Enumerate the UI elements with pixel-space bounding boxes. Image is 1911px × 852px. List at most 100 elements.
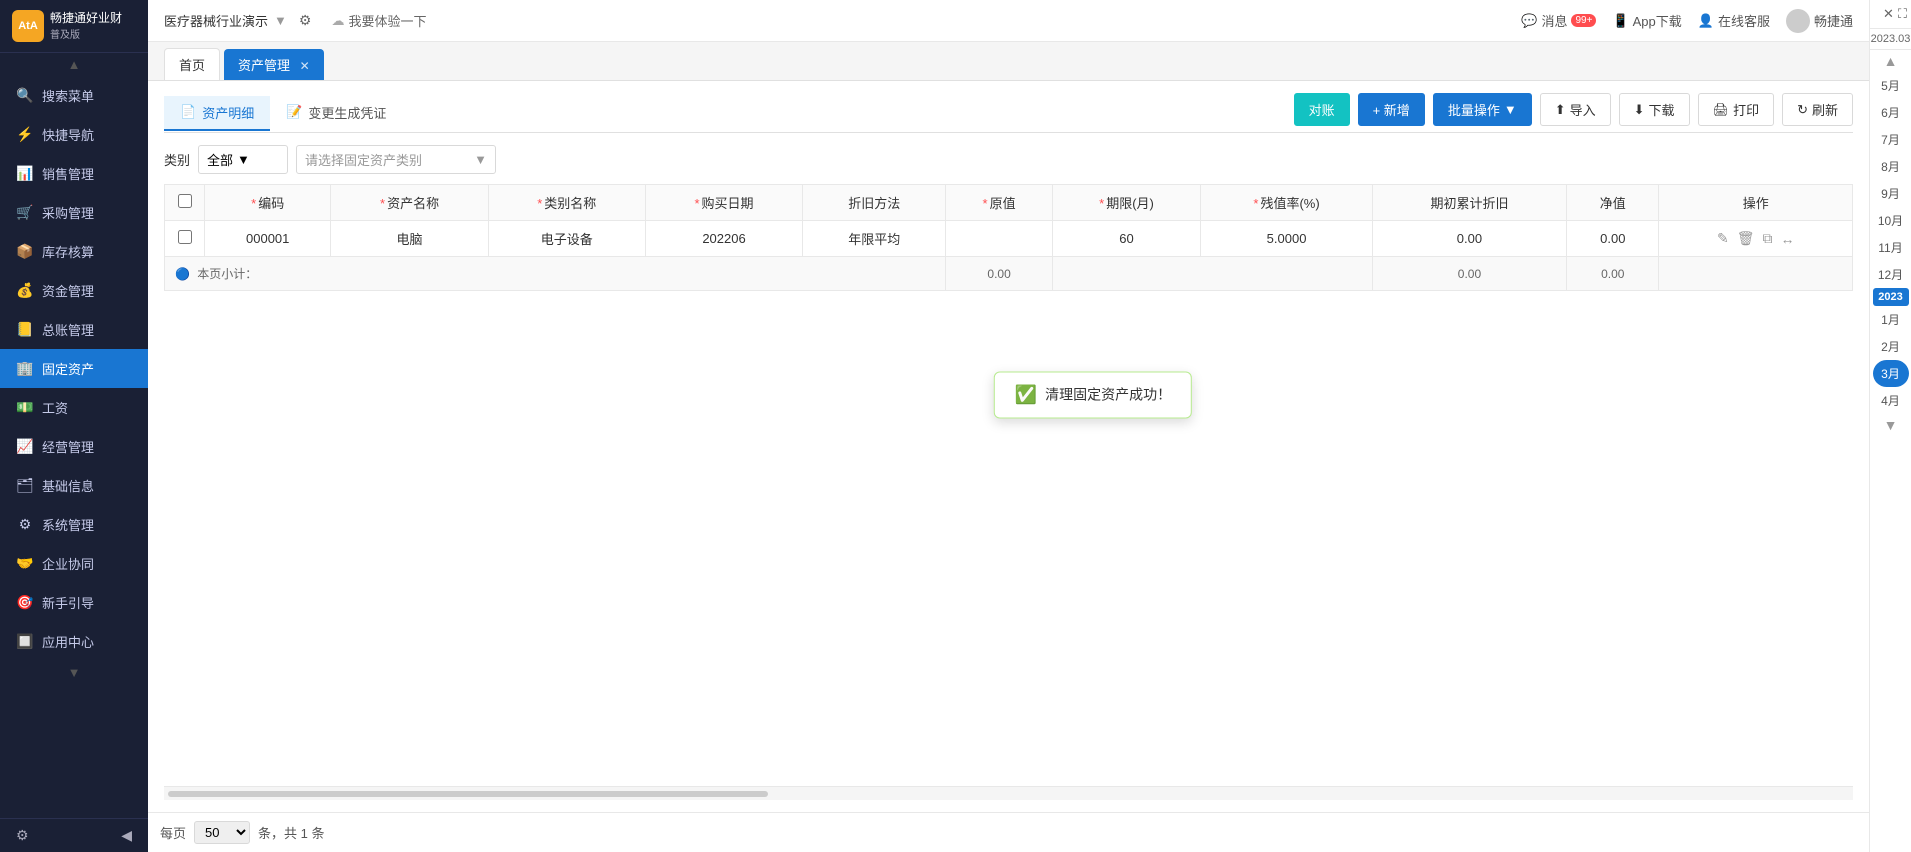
sidebar: AtA 畅捷通好业财 普及版 ▲ 🔍 搜索菜单 ⚡ 快捷导航 📊 销售管理 🛒 … (0, 0, 148, 852)
experience-btn[interactable]: ☁ 我要体验一下 (331, 11, 426, 30)
capital-icon: 💰 (16, 282, 34, 299)
per-page-label: 每页 (160, 823, 186, 842)
download-button[interactable]: ⬇ 下载 (1619, 93, 1690, 126)
new-button[interactable]: + 新增 (1358, 93, 1425, 126)
month-5[interactable]: 5月 (1873, 72, 1909, 99)
messages-badge: 99+ (1571, 14, 1596, 27)
sidebar-item-basic[interactable]: 🗂 基础信息 (0, 466, 148, 505)
month-scroll-down[interactable]: ▼ (1881, 414, 1901, 436)
messages-btn[interactable]: 💬 消息 99+ (1521, 11, 1596, 30)
company-selector[interactable]: 医疗器械行业演示 ▼ (164, 11, 287, 30)
sidebar-item-sales[interactable]: 📊 销售管理 (0, 154, 148, 193)
sub-tab-asset-detail[interactable]: 📄 资产明细 (164, 96, 270, 131)
sidebar-item-search[interactable]: 🔍 搜索菜单 (0, 76, 148, 115)
sidebar-item-corp[interactable]: 🤝 企业协同 (0, 544, 148, 583)
dropdown-icon: ▼ (274, 13, 287, 28)
sidebar-item-system[interactable]: ⚙ 系统管理 (0, 505, 148, 544)
table-row: 000001 电脑 电子设备 202206 年限平均 60 5.0000 0.0… (165, 221, 1853, 257)
right-panel-year: 2023.03 (1870, 29, 1911, 50)
sub-tab-change-voucher[interactable]: 📝 变更生成凭证 (270, 96, 402, 131)
per-page-select[interactable]: 50 100 (194, 821, 250, 844)
logo-icon: AtA (12, 10, 44, 42)
month-12[interactable]: 12月 (1873, 261, 1909, 288)
category-type-select[interactable]: 全部 ▼ (198, 145, 288, 174)
row-original-value (946, 221, 1052, 257)
month-3-current[interactable]: 3月 (1873, 360, 1909, 387)
payroll-icon: 💵 (16, 399, 34, 416)
col-initial-dep: 期初累计折旧 (1372, 185, 1566, 221)
horizontal-scrollbar[interactable] (168, 791, 768, 797)
app-download-btn[interactable]: 📱 App下载 (1612, 11, 1681, 30)
quicknav-icon: ⚡ (16, 126, 34, 143)
month-10[interactable]: 10月 (1873, 207, 1909, 234)
month-11[interactable]: 11月 (1873, 234, 1909, 261)
apps-icon: 🔲 (16, 633, 34, 650)
right-panel: ✕ ⛶ 2023.03 ▲ 5月 6月 7月 8月 9月 10月 11月 12月… (1869, 0, 1911, 852)
user-profile[interactable]: 畅捷通 (1786, 9, 1853, 33)
ops-icon: 📈 (16, 438, 34, 455)
delete-icon[interactable]: 🗑 (1737, 230, 1755, 247)
row-checkbox-cell (165, 221, 205, 257)
collapse-icon[interactable]: ◀ (121, 827, 132, 844)
month-8[interactable]: 8月 (1873, 153, 1909, 180)
close-panel-icon[interactable]: ✕ (1883, 6, 1894, 22)
edit-icon[interactable]: ✎ (1717, 230, 1729, 247)
category-value-input[interactable]: 请选择固定资产类别 ▼ (296, 145, 496, 174)
sub-tabs: 📄 资产明细 📝 变更生成凭证 对账 + 新增 批量操作 ▼ ⬆ 导入 (164, 93, 1853, 133)
sidebar-item-inventory[interactable]: 📦 库存核算 (0, 232, 148, 271)
online-service-btn[interactable]: 👤 在线客服 (1698, 11, 1770, 30)
month-9[interactable]: 9月 (1873, 180, 1909, 207)
sidebar-item-payroll[interactable]: 💵 工资 (0, 388, 148, 427)
sidebar-item-guide[interactable]: 🎯 新手引导 (0, 583, 148, 622)
refresh-button[interactable]: ↻ 刷新 (1782, 93, 1853, 126)
col-checkbox (165, 185, 205, 221)
reconcile-button[interactable]: 对账 (1294, 93, 1350, 126)
system-icon: ⚙ (16, 516, 34, 533)
tab-close-icon[interactable]: ✕ (300, 59, 310, 73)
expand-panel-icon[interactable]: ⛶ (1898, 6, 1907, 22)
sidebar-item-purchase[interactable]: 🛒 采购管理 (0, 193, 148, 232)
import-button[interactable]: ⬆ 导入 (1540, 93, 1611, 126)
month-6[interactable]: 6月 (1873, 99, 1909, 126)
refresh-icon: ↻ (1797, 102, 1808, 118)
sidebar-item-ledger[interactable]: 📒 总账管理 (0, 310, 148, 349)
sidebar-scroll-up[interactable]: ▲ (0, 53, 148, 76)
batch-button[interactable]: 批量操作 ▼ (1433, 93, 1532, 126)
settings-gear-icon[interactable]: ⚙ (299, 12, 312, 29)
company-name: 医疗器械行业演示 (164, 11, 268, 30)
month-scroll-up[interactable]: ▲ (1881, 50, 1901, 72)
print-button[interactable]: 🖨 打印 (1698, 93, 1775, 126)
tab-home[interactable]: 首页 (164, 48, 220, 80)
sidebar-item-ops[interactable]: 📈 经营管理 (0, 427, 148, 466)
scrollbar-area (164, 786, 1853, 800)
more-icon[interactable]: ↔ (1780, 231, 1794, 247)
service-icon: 👤 (1698, 13, 1714, 29)
logo-text: 畅捷通好业财 普及版 (50, 11, 122, 42)
sidebar-item-quicknav[interactable]: ⚡ 快捷导航 (0, 115, 148, 154)
sidebar-item-apps[interactable]: 🔲 应用中心 (0, 622, 148, 661)
purchase-icon: 🛒 (16, 204, 34, 221)
month-2[interactable]: 2月 (1873, 333, 1909, 360)
col-actions: 操作 (1659, 185, 1853, 221)
filter-row: 类别 全部 ▼ 请选择固定资产类别 ▼ (164, 145, 1853, 174)
year-2023-badge[interactable]: 2023 (1873, 288, 1909, 306)
pagination-bar: 每页 50 100 条，共 1 条 (148, 812, 1869, 852)
content-area: 📄 资产明细 📝 变更生成凭证 对账 + 新增 批量操作 ▼ ⬆ 导入 (148, 81, 1869, 812)
row-checkbox[interactable] (178, 230, 192, 244)
sidebar-scroll-down[interactable]: ▼ (0, 661, 148, 684)
tabs-bar: 首页 资产管理 ✕ (148, 42, 1869, 81)
success-check-icon: ✅ (1015, 384, 1037, 405)
sidebar-item-capital[interactable]: 💰 资金管理 (0, 271, 148, 310)
download-icon: ⬇ (1634, 102, 1645, 118)
sidebar-item-fixed[interactable]: 🏢 固定资产 (0, 349, 148, 388)
select-all-checkbox[interactable] (178, 194, 192, 208)
corp-icon: 🤝 (16, 555, 34, 572)
settings-icon[interactable]: ⚙ (16, 827, 29, 844)
month-4[interactable]: 4月 (1873, 387, 1909, 414)
right-panel-header: ✕ ⛶ (1870, 0, 1911, 29)
month-7[interactable]: 7月 (1873, 126, 1909, 153)
tab-asset-mgmt[interactable]: 资产管理 ✕ (224, 49, 324, 80)
col-purchase-date: *购买日期 (645, 185, 802, 221)
month-1[interactable]: 1月 (1873, 306, 1909, 333)
copy-icon[interactable]: ⧉ (1762, 230, 1772, 247)
